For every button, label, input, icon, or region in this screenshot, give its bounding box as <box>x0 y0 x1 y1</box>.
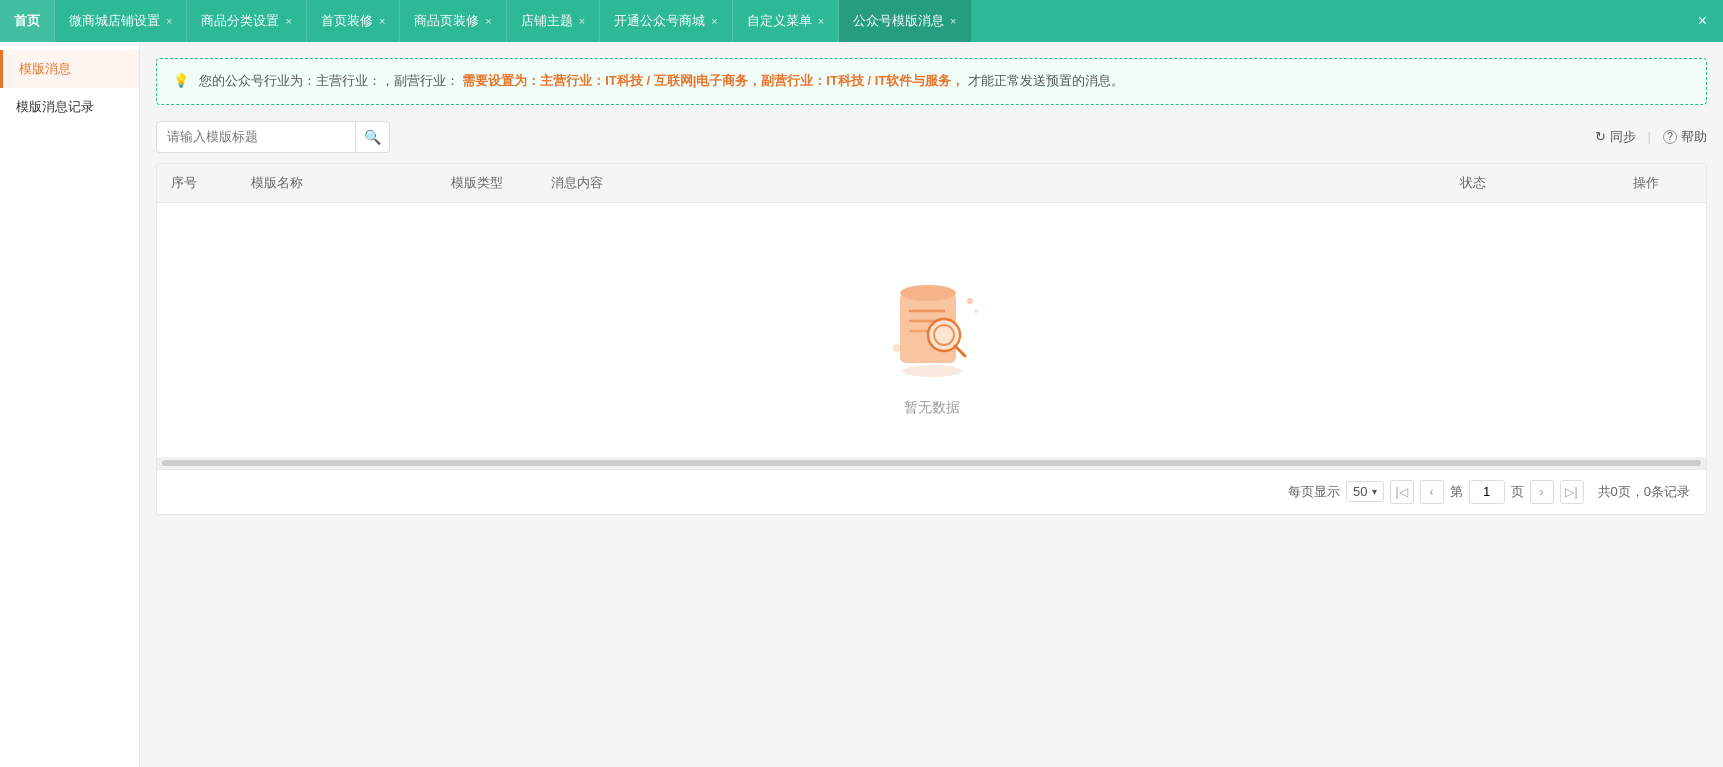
notice-box: 💡 您的公众号行业为：主营行业：，副营行业： 需要设置为：主营行业：IT科技 /… <box>156 58 1707 105</box>
nav-tab-category[interactable]: 商品分类设置 × <box>187 0 306 42</box>
nav-tab-productpage[interactable]: 商品页装修 × <box>400 0 506 42</box>
nav-tab-custommenu-label: 自定义菜单 <box>747 12 812 30</box>
nav-tab-openstore-close[interactable]: × <box>711 15 717 27</box>
table-header: 序号 模版名称 模版类型 消息内容 状态 操作 <box>157 164 1706 203</box>
help-icon: ? <box>1663 130 1677 144</box>
search-bar: 🔍 ↻ 同步 | ? 帮助 <box>156 121 1707 153</box>
sidebar: 模版消息 模版消息记录 <box>0 42 140 767</box>
nav-tab-category-label: 商品分类设置 <box>201 12 279 30</box>
nav-tab-theme-label: 店铺主题 <box>521 12 573 30</box>
next-page-button[interactable]: › <box>1530 480 1554 504</box>
page-size-label: 每页显示 <box>1288 483 1340 501</box>
last-page-icon: ▷| <box>1565 485 1577 499</box>
col-header-name: 模版名称 <box>237 164 437 202</box>
col-header-no: 序号 <box>157 164 237 202</box>
notice-bulb-icon: 💡 <box>173 73 189 88</box>
nav-tab-productpage-label: 商品页装修 <box>414 12 479 30</box>
sidebar-item-template-log[interactable]: 模版消息记录 <box>0 88 139 126</box>
first-page-button[interactable]: |◁ <box>1390 480 1414 504</box>
search-icon: 🔍 <box>364 129 381 145</box>
nav-tab-templatemsg-close[interactable]: × <box>950 15 956 27</box>
nav-tab-homepage[interactable]: 首页装修 × <box>307 0 400 42</box>
page-suf-label: 页 <box>1511 483 1524 501</box>
help-label: 帮助 <box>1681 128 1707 146</box>
col-header-action: 操作 <box>1586 164 1706 202</box>
sync-label: 同步 <box>1610 128 1636 146</box>
page-size-dropdown-icon: ▾ <box>1372 486 1377 497</box>
notice-prefix: 您的公众号行业为：主营行业：，副营行业： <box>199 73 459 88</box>
svg-point-9 <box>967 298 973 304</box>
nav-tab-homepage-label: 首页装修 <box>321 12 373 30</box>
nav-tab-templatemsg-label: 公众号模版消息 <box>853 12 944 30</box>
svg-point-11 <box>893 344 901 352</box>
content-area: 💡 您的公众号行业为：主营行业：，副营行业： 需要设置为：主营行业：IT科技 /… <box>140 42 1723 767</box>
nav-tab-weshop[interactable]: 微商城店铺设置 × <box>55 0 187 42</box>
nav-tab-openstore[interactable]: 开通公众号商城 × <box>600 0 732 42</box>
page-size-value: 50 <box>1353 484 1367 499</box>
nav-tab-weshop-close[interactable]: × <box>166 15 172 27</box>
page-pre-label: 第 <box>1450 483 1463 501</box>
nav-tab-weshop-label: 微商城店铺设置 <box>69 12 160 30</box>
sidebar-item-template-log-label: 模版消息记录 <box>16 99 94 114</box>
nav-tab-category-close[interactable]: × <box>285 15 291 27</box>
data-table: 序号 模版名称 模版类型 消息内容 状态 操作 <box>156 163 1707 515</box>
nav-tab-home[interactable]: 首页 <box>0 0 55 42</box>
nav-tab-homepage-close[interactable]: × <box>379 15 385 27</box>
nav-tab-templatemsg[interactable]: 公众号模版消息 × <box>839 0 971 42</box>
svg-point-0 <box>902 365 962 377</box>
toolbar-right: ↻ 同步 | ? 帮助 <box>1595 128 1707 146</box>
main-layout: 模版消息 模版消息记录 💡 您的公众号行业为：主营行业：，副营行业： 需要设置为… <box>0 42 1723 767</box>
sync-button[interactable]: ↻ 同步 <box>1595 128 1636 146</box>
sync-icon: ↻ <box>1595 129 1606 144</box>
nav-tab-theme-close[interactable]: × <box>579 15 585 27</box>
empty-illustration <box>872 263 992 383</box>
first-page-icon: |◁ <box>1395 485 1407 499</box>
notice-highlight: 需要设置为：主营行业：IT科技 / 互联网|电子商务，副营行业：IT科技 / I… <box>462 73 964 88</box>
col-header-content: 消息内容 <box>537 164 1446 202</box>
top-nav: 首页 微商城店铺设置 × 商品分类设置 × 首页装修 × 商品页装修 × 店铺主… <box>0 0 1723 42</box>
last-page-button[interactable]: ▷| <box>1560 480 1584 504</box>
close-all-icon: × <box>1698 12 1707 30</box>
next-page-icon: › <box>1540 485 1544 499</box>
svg-point-10 <box>974 309 978 313</box>
search-button[interactable]: 🔍 <box>356 121 390 153</box>
pagination: 每页显示 50 ▾ |◁ ‹ 第 页 › ▷| <box>157 469 1706 514</box>
sidebar-item-template-msg-label: 模版消息 <box>19 61 71 76</box>
sidebar-item-template-msg[interactable]: 模版消息 <box>0 50 139 88</box>
nav-tab-custommenu-close[interactable]: × <box>818 15 824 27</box>
svg-line-8 <box>955 346 965 356</box>
nav-tab-productpage-close[interactable]: × <box>485 15 491 27</box>
scrollbar-thumb[interactable] <box>162 460 1701 466</box>
page-number-input[interactable] <box>1469 480 1505 504</box>
notice-suffix: 才能正常发送预置的消息。 <box>968 73 1124 88</box>
nav-close-all-button[interactable]: × <box>1682 0 1723 42</box>
svg-point-2 <box>900 285 956 301</box>
toolbar-divider: | <box>1648 129 1651 144</box>
search-input[interactable] <box>156 121 356 153</box>
nav-tab-home-label: 首页 <box>14 12 40 30</box>
nav-tab-openstore-label: 开通公众号商城 <box>614 12 705 30</box>
empty-state: 暂无数据 <box>157 203 1706 457</box>
empty-text-label: 暂无数据 <box>904 399 960 417</box>
horizontal-scrollbar[interactable] <box>157 457 1706 469</box>
col-header-type: 模版类型 <box>437 164 537 202</box>
page-size-select[interactable]: 50 ▾ <box>1346 481 1383 502</box>
nav-tab-theme[interactable]: 店铺主题 × <box>507 0 600 42</box>
col-header-status: 状态 <box>1446 164 1586 202</box>
nav-tab-custommenu[interactable]: 自定义菜单 × <box>733 0 839 42</box>
prev-page-button[interactable]: ‹ <box>1420 480 1444 504</box>
prev-page-icon: ‹ <box>1430 485 1434 499</box>
total-record-text: 共0页，0条记录 <box>1598 483 1690 501</box>
help-button[interactable]: ? 帮助 <box>1663 128 1707 146</box>
